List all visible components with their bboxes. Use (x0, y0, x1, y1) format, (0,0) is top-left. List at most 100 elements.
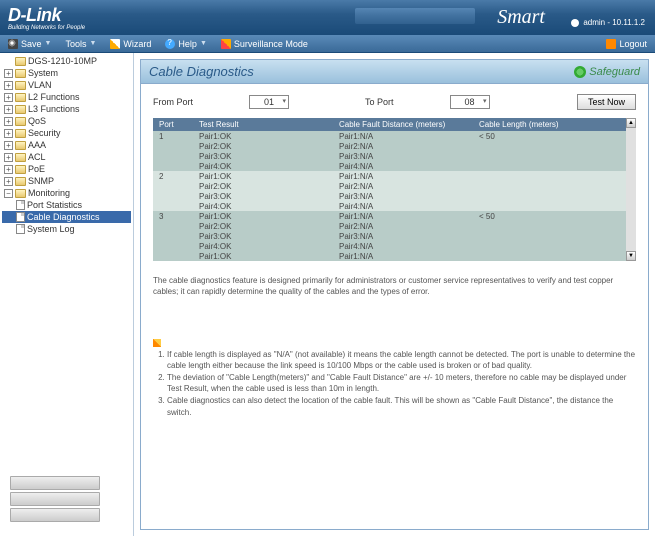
tree-system[interactable]: +System (2, 67, 131, 79)
admin-text: admin - 10.11.1.2 (583, 18, 645, 27)
folder-icon (15, 105, 26, 114)
cell-result: Pair3:OK (193, 191, 333, 201)
spacer (4, 57, 13, 66)
tree-system-log[interactable]: System Log (2, 223, 131, 235)
cell-fault: Pair4:N/A (333, 241, 473, 251)
panel-body: From Port 01 To Port 08 Test Now Port (141, 84, 648, 529)
menu-logout[interactable]: Logout (606, 39, 647, 49)
scroll-down-icon[interactable]: ▼ (626, 251, 636, 261)
table-row: Pair2:OKPair2:N/A (153, 221, 626, 231)
page-icon (16, 224, 25, 234)
cell-result: Pair1:OK (193, 251, 333, 261)
menubar: Save ▼ Tools ▼ Wizard Help ▼ Surveillanc… (0, 35, 655, 53)
tree-l3[interactable]: + L3 Functions (2, 103, 131, 115)
expand-icon[interactable]: + (4, 141, 13, 150)
scroll-up-icon[interactable]: ▲ (626, 118, 636, 128)
surveillance-icon (221, 39, 231, 49)
folder-icon (15, 69, 26, 78)
cell-fault: Pair3:N/A (333, 231, 473, 241)
expand-icon[interactable]: + (4, 105, 13, 114)
help-icon (165, 39, 175, 49)
folder-icon (15, 141, 26, 150)
expand-icon[interactable]: + (4, 117, 13, 126)
menu-help[interactable]: Help ▼ (165, 39, 206, 49)
tree-l3-label: L3 Functions (28, 104, 80, 114)
collapse-icon[interactable]: − (4, 189, 13, 198)
cell-length (473, 181, 626, 191)
col-length: Cable Length (meters) (473, 118, 626, 131)
table-row: 3Pair1:OKPair1:N/A< 50 (153, 211, 626, 221)
cell-length (473, 171, 626, 181)
tree-qos[interactable]: +QoS (2, 115, 131, 127)
tree-snmp[interactable]: +SNMP (2, 175, 131, 187)
device-image (10, 476, 110, 526)
cell-port: 1 (153, 131, 193, 141)
cell-fault: Pair3:N/A (333, 191, 473, 201)
tree-poe[interactable]: +PoE (2, 163, 131, 175)
cell-port (153, 241, 193, 251)
tree-monitoring[interactable]: − Monitoring (2, 187, 131, 199)
tree-acl[interactable]: +ACL (2, 151, 131, 163)
table-row: Pair4:OKPair4:N/A (153, 201, 626, 211)
wand-icon (110, 39, 120, 49)
cell-fault: Pair2:N/A (333, 181, 473, 191)
tree-security[interactable]: + Security (2, 127, 131, 139)
cell-length (473, 191, 626, 201)
smart-label: Smart (497, 6, 545, 29)
results-table: Port Test Result Cable Fault Distance (m… (153, 118, 626, 261)
folder-icon (15, 189, 26, 198)
cell-result: Pair1:OK (193, 131, 333, 141)
panel-title-bar: Cable Diagnostics Safeguard (141, 60, 648, 84)
tree-device[interactable]: DGS-1210-10MP (2, 55, 131, 67)
cell-fault: Pair4:N/A (333, 161, 473, 171)
logo: D-Link Building Networks for People (8, 5, 85, 31)
to-port-select[interactable]: 08 (450, 95, 490, 109)
cell-result: Pair4:OK (193, 161, 333, 171)
tree-vlan[interactable]: +VLAN (2, 79, 131, 91)
expand-icon[interactable]: + (4, 93, 13, 102)
cell-port (153, 141, 193, 151)
main: DGS-1210-10MP +System +VLAN + L2 Function… (0, 53, 655, 536)
cell-fault: Pair1:N/A (333, 211, 473, 221)
description-text: The cable diagnostics feature is designe… (153, 275, 636, 297)
cell-port (153, 151, 193, 161)
tree-security-label: Security (28, 128, 61, 138)
disk-icon (8, 39, 18, 49)
expand-icon[interactable]: + (4, 81, 13, 90)
tree-monitoring-label: Monitoring (28, 188, 70, 198)
expand-icon[interactable]: + (4, 177, 13, 186)
table-row: 2Pair1:OKPair1:N/A (153, 171, 626, 181)
folder-icon (15, 93, 26, 102)
expand-icon[interactable]: + (4, 153, 13, 162)
nav-tree: DGS-1210-10MP +System +VLAN + L2 Function… (0, 53, 133, 237)
cell-result: Pair1:OK (193, 171, 333, 181)
folder-icon (15, 177, 26, 186)
page-icon (16, 200, 25, 210)
cell-length (473, 161, 626, 171)
tree-cable-diagnostics[interactable]: Cable Diagnostics (2, 211, 131, 223)
folder-icon (15, 117, 26, 126)
tree-l2-label: L2 Functions (28, 92, 80, 102)
menu-tools[interactable]: Tools ▼ (65, 39, 96, 49)
from-port-select[interactable]: 01 (249, 95, 289, 109)
menu-surveillance[interactable]: Surveillance Mode (221, 39, 308, 49)
menu-save[interactable]: Save ▼ (8, 39, 51, 49)
menu-wizard[interactable]: Wizard (110, 39, 151, 49)
scrollbar[interactable]: ▲ ▼ (626, 118, 636, 261)
cell-result: Pair4:OK (193, 201, 333, 211)
tree-port-statistics[interactable]: Port Statistics (2, 199, 131, 211)
tree-l2[interactable]: + L2 Functions (2, 91, 131, 103)
tree-aaa[interactable]: +AAA (2, 139, 131, 151)
expand-icon[interactable]: + (4, 129, 13, 138)
cell-fault: Pair2:N/A (333, 141, 473, 151)
expand-icon[interactable]: + (4, 69, 13, 78)
cell-length (473, 241, 626, 251)
table-row: Pair4:OKPair4:N/A (153, 161, 626, 171)
cell-port: 2 (153, 171, 193, 181)
cell-result: Pair3:OK (193, 231, 333, 241)
cell-length (473, 251, 626, 261)
expand-icon[interactable]: + (4, 165, 13, 174)
col-fault: Cable Fault Distance (meters) (333, 118, 473, 131)
cell-length (473, 141, 626, 151)
test-now-button[interactable]: Test Now (577, 94, 636, 110)
